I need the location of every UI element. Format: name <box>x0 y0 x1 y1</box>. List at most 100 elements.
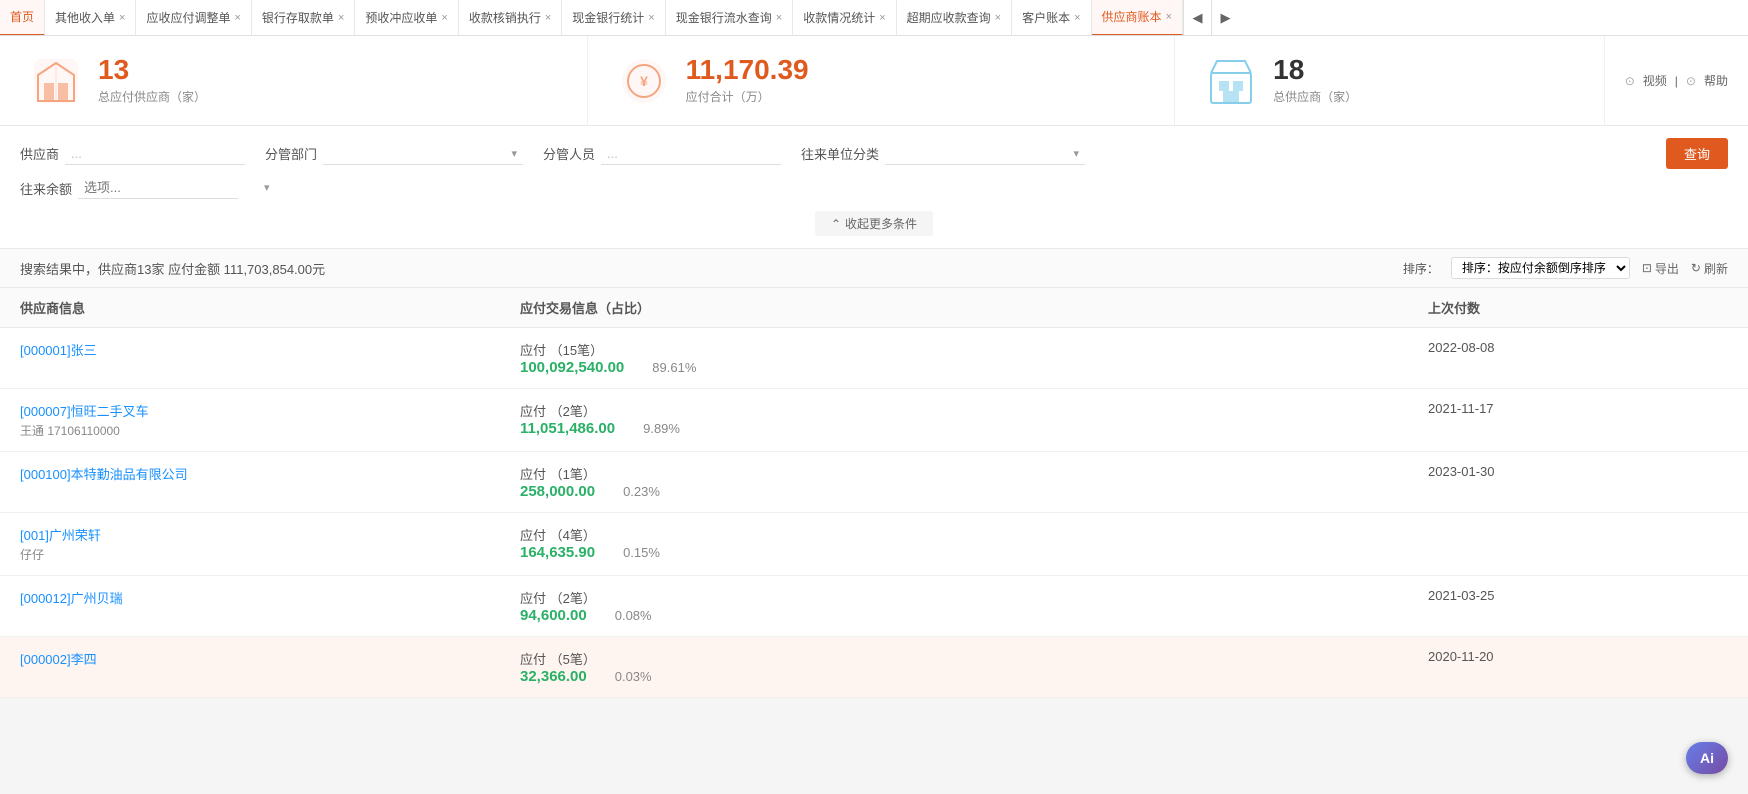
ap-supplier-content: 13 总应付供应商（家） <box>98 56 206 105</box>
supplier-input[interactable] <box>65 143 245 165</box>
chevron-down-icon: ▾ <box>512 147 518 160</box>
nav-tab-supplier-account-label: 供应商账本 <box>1102 8 1162 25</box>
ap-supplier-label: 总应付供应商（家） <box>98 88 206 105</box>
close-icon[interactable]: × <box>879 12 885 24</box>
top-right-links: ⊙ 视频 | ⊙ 帮助 <box>1605 36 1748 125</box>
ap-amount-icon: ¥ <box>618 55 670 107</box>
close-icon[interactable]: × <box>234 12 240 24</box>
nav-tab-supplier-account[interactable]: 供应商账本 × <box>1092 0 1183 36</box>
export-label: 导出 <box>1655 260 1679 277</box>
close-icon[interactable]: × <box>338 12 344 24</box>
nav-tab-other-income[interactable]: 其他收入单 × <box>45 0 136 36</box>
supplier-link[interactable]: [000007]恒旺二手叉车 <box>20 404 149 419</box>
query-button[interactable]: 查询 <box>1666 138 1728 169</box>
supplier-link[interactable]: [001]广州荣轩 <box>20 528 101 543</box>
tx-info-cell: 应付 （4笔） 164,635.90 0.15% <box>520 525 1428 561</box>
close-icon[interactable]: × <box>545 12 551 24</box>
supplier-info-cell: [000100]本特勤油品有限公司 <box>20 464 520 483</box>
nav-tab-collection-stat-label: 收款情况统计 <box>803 9 875 26</box>
sort-select[interactable]: 排序：按应付余额倒序排序 <box>1451 257 1630 279</box>
nav-prev-arrow[interactable]: ◀ <box>1183 0 1211 36</box>
nav-tab-home[interactable]: 首页 <box>0 0 45 36</box>
close-icon[interactable]: × <box>1166 11 1172 23</box>
balance-label: 往来余额 <box>20 179 72 198</box>
stat-card-ap-suppliers: 13 总应付供应商（家） <box>0 36 588 125</box>
close-icon[interactable]: × <box>1074 12 1080 24</box>
filter-person: 分管人员 <box>543 143 781 165</box>
last-pay-date: 2021-03-25 <box>1428 588 1495 603</box>
close-icon[interactable]: × <box>995 12 1001 24</box>
last-pay-date: 2021-11-17 <box>1428 401 1494 416</box>
nav-tab-bank-deposit[interactable]: 银行存取款单 × <box>252 0 355 36</box>
dept-select[interactable]: ▾ <box>323 143 523 165</box>
tx-count: （5笔） <box>550 652 596 667</box>
collapse-button[interactable]: ⌃ 收起更多条件 <box>815 211 933 236</box>
supplier-link[interactable]: [000002]李四 <box>20 652 97 667</box>
dept-input[interactable] <box>329 146 507 161</box>
supplier-info-cell: [000002]李四 <box>20 649 520 668</box>
nav-tab-overdue-query[interactable]: 超期应收款查询 × <box>897 0 1012 36</box>
nav-tab-customer-account[interactable]: 客户账本 × <box>1012 0 1091 36</box>
supplier-link[interactable]: [000012]广州贝瑞 <box>20 591 123 606</box>
tx-amount[interactable]: 258,000.00 <box>520 483 595 500</box>
tx-amount[interactable]: 32,366.00 <box>520 668 587 685</box>
nav-tab-ap-adjustment[interactable]: 应收应付调整单 × <box>136 0 251 36</box>
nav-next-arrow[interactable]: ▶ <box>1211 0 1239 36</box>
ap-amount-label: 应付合计（万） <box>686 88 809 105</box>
result-bar-right: 排序： 排序：按应付余额倒序排序 ⊡ 导出 ↻ 刷新 <box>1403 257 1728 279</box>
close-icon[interactable]: × <box>776 12 782 24</box>
tx-label: 应付 （4笔） <box>520 525 1428 544</box>
nav-tab-overdue-query-label: 超期应收款查询 <box>907 9 991 26</box>
nav-tab-cash-bank-stat-label: 现金银行统计 <box>572 9 644 26</box>
tx-count: （1笔） <box>550 467 596 482</box>
tx-count: （2笔） <box>550 591 596 606</box>
ai-badge[interactable]: Ai <box>1686 742 1728 774</box>
chevron-up-icon: ⌃ <box>831 217 841 231</box>
supplier-link[interactable]: [000001]张三 <box>20 343 97 358</box>
chevron-down-icon-3: ▾ <box>264 181 270 194</box>
category-input[interactable] <box>891 146 1069 161</box>
refresh-button[interactable]: ↻ 刷新 <box>1691 260 1728 277</box>
export-button[interactable]: ⊡ 导出 <box>1642 260 1679 277</box>
table-header: 供应商信息 应付交易信息（占比） 上次付数 <box>0 288 1748 328</box>
tx-amount[interactable]: 11,051,486.00 <box>520 420 615 437</box>
supplier-info-cell: [001]广州荣轩 仔仔 <box>20 525 520 563</box>
filter-row-1: 供应商 分管部门 ▾ 分管人员 往来单位分类 ▾ 查询 <box>20 138 1728 169</box>
dept-label: 分管部门 <box>265 144 317 163</box>
tx-info-cell: 应付 （1笔） 258,000.00 0.23% <box>520 464 1428 500</box>
close-icon[interactable]: × <box>648 12 654 24</box>
tx-label: 应付 （5笔） <box>520 649 1428 668</box>
supplier-link[interactable]: [000100]本特勤油品有限公司 <box>20 467 188 482</box>
category-select[interactable]: ▾ <box>885 143 1085 165</box>
balance-input[interactable] <box>84 180 260 195</box>
last-pay-cell: 2021-11-17 <box>1428 401 1728 416</box>
help-link[interactable]: 帮助 <box>1704 72 1728 89</box>
col-last-payment: 上次付数 <box>1428 298 1728 317</box>
nav-tab-collection-exec[interactable]: 收款核销执行 × <box>459 0 562 36</box>
video-link[interactable]: 视频 <box>1643 72 1667 89</box>
close-icon[interactable]: × <box>119 12 125 24</box>
nav-tab-prepay-offset[interactable]: 预收冲应收单 × <box>355 0 458 36</box>
tx-amount[interactable]: 94,600.00 <box>520 607 587 624</box>
stats-bar: 13 总应付供应商（家） ¥ 11,170.39 应付合计（万） <box>0 36 1748 126</box>
ap-supplier-number: 13 <box>98 56 206 84</box>
nav-tab-cash-bank-stat[interactable]: 现金银行统计 × <box>562 0 665 36</box>
stat-card-total-suppliers: 18 总供应商（家） <box>1175 36 1605 125</box>
tx-amount[interactable]: 100,092,540.00 <box>520 359 624 376</box>
table-row: [000012]广州贝瑞 应付 （2笔） 94,600.00 0.08% 202… <box>0 576 1748 637</box>
nav-tab-cash-bank-flow[interactable]: 现金银行流水查询 × <box>666 0 793 36</box>
table-row: [000002]李四 应付 （5笔） 32,366.00 0.03% 2020-… <box>0 637 1748 698</box>
tx-info-cell: 应付 （2笔） 11,051,486.00 9.89% <box>520 401 1428 437</box>
last-pay-date: 2022-08-08 <box>1428 340 1495 355</box>
tx-label: 应付 （2笔） <box>520 588 1428 607</box>
tx-percent: 0.23% <box>623 484 660 499</box>
tx-amount[interactable]: 164,635.90 <box>520 544 595 561</box>
tx-info-cell: 应付 （5笔） 32,366.00 0.03% <box>520 649 1428 685</box>
collapse-row: ⌃ 收起更多条件 <box>20 207 1728 240</box>
col-supplier-info: 供应商信息 <box>20 298 520 317</box>
person-input[interactable] <box>601 143 781 165</box>
chevron-down-icon-2: ▾ <box>1074 147 1080 160</box>
nav-tab-collection-stat[interactable]: 收款情况统计 × <box>793 0 896 36</box>
balance-select[interactable]: ▾ <box>78 177 238 199</box>
close-icon[interactable]: × <box>441 12 447 24</box>
